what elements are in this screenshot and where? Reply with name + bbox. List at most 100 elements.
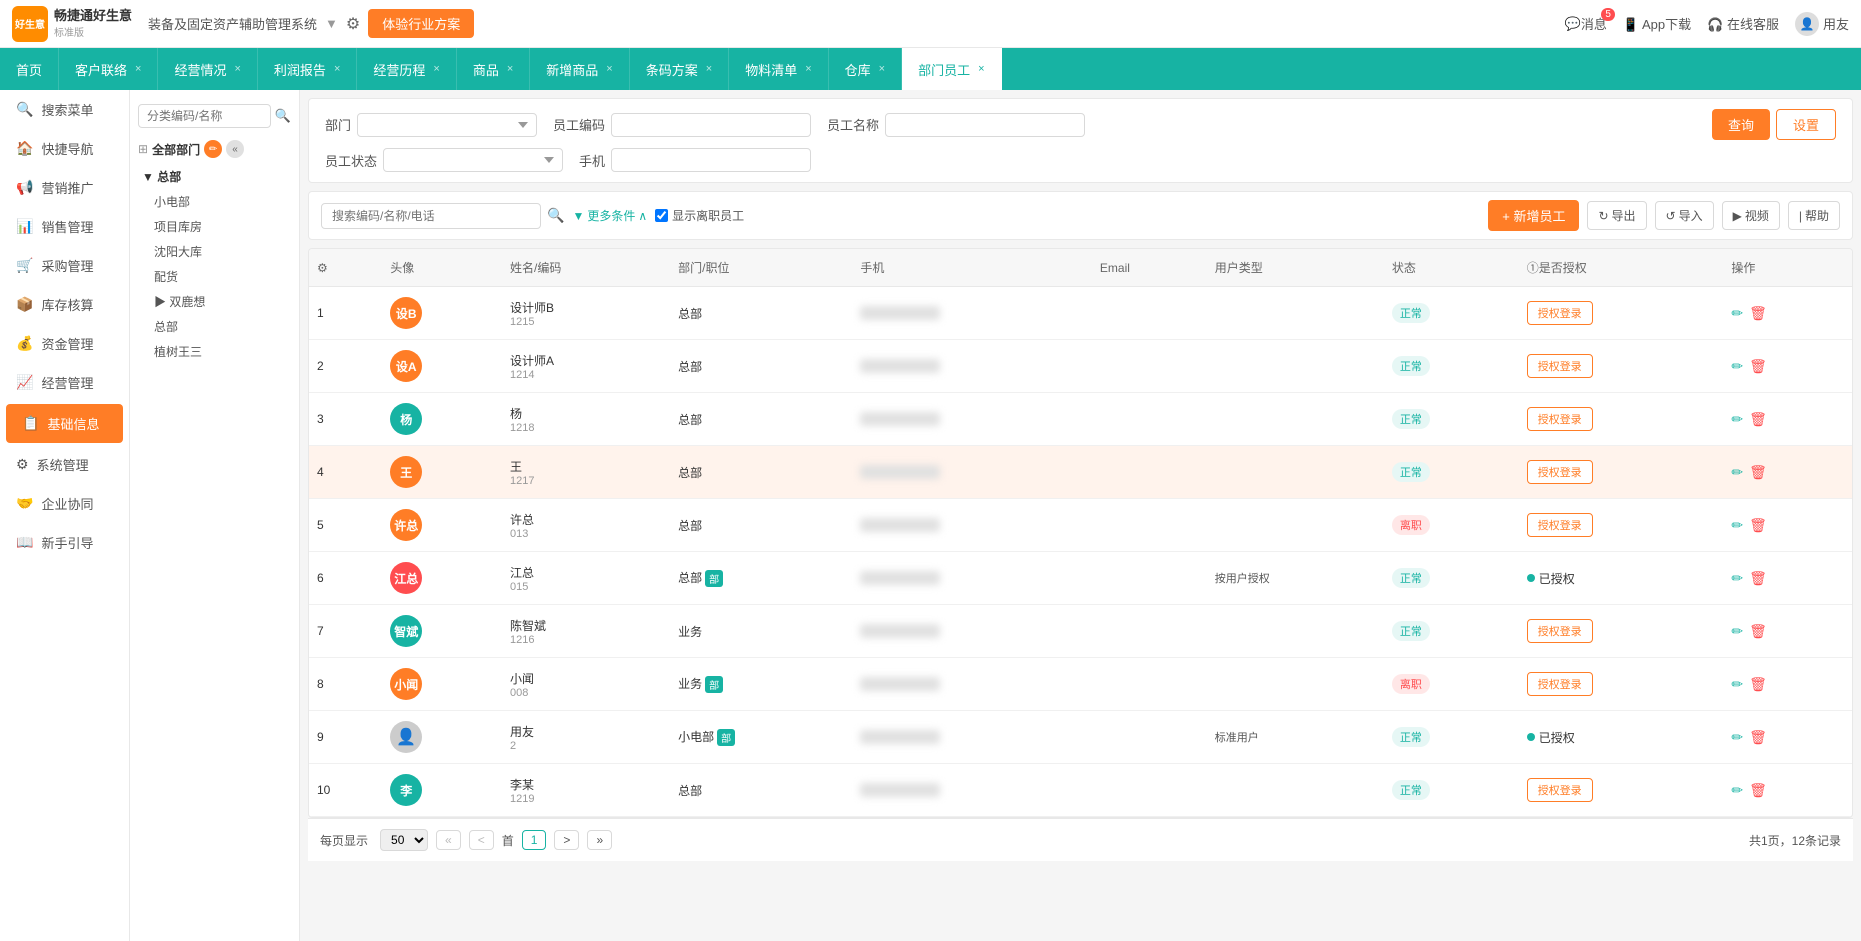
edit-btn[interactable]: ✏ (1731, 570, 1743, 587)
navtab-close[interactable]: × (706, 63, 712, 75)
row-ops[interactable]: ✏ 🗑 (1723, 446, 1852, 499)
row-auth[interactable]: 授权登录 (1519, 340, 1724, 393)
add-employee-button[interactable]: + 新增员工 (1488, 200, 1579, 231)
navtab-利润报告[interactable]: 利润报告× (258, 48, 357, 90)
navtab-商品[interactable]: 商品× (457, 48, 530, 90)
navtab-物料清单[interactable]: 物料清单× (729, 48, 828, 90)
dropdown-icon[interactable]: ▼ (325, 16, 338, 31)
edit-btn[interactable]: ✏ (1731, 358, 1743, 375)
sidebar-item-搜索菜单[interactable]: 🔍搜索菜单 (0, 90, 129, 129)
export-button[interactable]: ↻ 导出 (1587, 201, 1646, 230)
row-ops[interactable]: ✏ 🗑 (1723, 499, 1852, 552)
auth-button[interactable]: 授权登录 (1527, 460, 1593, 484)
first-page-btn[interactable]: « (436, 830, 461, 850)
query-button[interactable]: 查询 (1712, 109, 1770, 140)
sidebar-item-经营管理[interactable]: 📈经营管理 (0, 363, 129, 402)
delete-btn[interactable]: 🗑 (1749, 411, 1767, 428)
row-ops[interactable]: ✏ 🗑 (1723, 764, 1852, 817)
dept-search-input[interactable] (138, 104, 271, 128)
delete-btn[interactable]: 🗑 (1749, 358, 1767, 375)
help-button[interactable]: | 帮助 (1788, 201, 1840, 230)
navtab-close[interactable]: × (606, 63, 612, 75)
navtab-经营历程[interactable]: 经营历程× (357, 48, 456, 90)
auth-button[interactable]: 授权登录 (1527, 672, 1593, 696)
row-ops[interactable]: ✏ 🗑 (1723, 711, 1852, 764)
auth-button[interactable]: 授权登录 (1527, 513, 1593, 537)
auth-button[interactable]: 授权登录 (1527, 354, 1593, 378)
navtab-close[interactable]: × (507, 63, 513, 75)
sidebar-item-营销推广[interactable]: 📢营销推广 (0, 168, 129, 207)
trial-btn[interactable]: 体验行业方案 (368, 9, 474, 38)
navtab-客户联络[interactable]: 客户联络× (59, 48, 158, 90)
row-ops[interactable]: ✏ 🗑 (1723, 287, 1852, 340)
sidebar-item-快捷导航[interactable]: 🏠快捷导航 (0, 129, 129, 168)
row-auth[interactable]: 授权登录 (1519, 446, 1724, 499)
filter-empcode-input[interactable] (611, 113, 811, 137)
row-auth[interactable]: 授权登录 (1519, 499, 1724, 552)
delete-btn[interactable]: 🗑 (1749, 464, 1767, 481)
delete-btn[interactable]: 🗑 (1749, 782, 1767, 799)
dept-collapse-btn[interactable]: « (226, 140, 244, 158)
row-ops[interactable]: ✏ 🗑 (1723, 340, 1852, 393)
navtab-close[interactable]: × (978, 63, 984, 75)
sidebar-item-采购管理[interactable]: 🛒采购管理 (0, 246, 129, 285)
row-ops[interactable]: ✏ 🗑 (1723, 552, 1852, 605)
setting-button[interactable]: 设置 (1776, 109, 1836, 140)
settings-col-icon[interactable]: ⚙ (317, 261, 328, 275)
sidebar-item-基础信息[interactable]: 📋基础信息 (6, 404, 123, 443)
navtab-条码方案[interactable]: 条码方案× (630, 48, 729, 90)
filter-status-select[interactable] (383, 148, 563, 172)
app-download-btn[interactable]: 📱 App下载 (1623, 14, 1691, 33)
show-departed-checkbox[interactable]: 显示离职员工 (655, 207, 744, 224)
navtab-close[interactable]: × (334, 63, 340, 75)
all-dept-label[interactable]: 全部部门 (152, 141, 200, 158)
settings-icon[interactable]: ⚙ (346, 14, 360, 34)
dept-node[interactable]: 小电部 (130, 189, 299, 214)
row-auth[interactable]: 授权登录 (1519, 658, 1724, 711)
auth-button[interactable]: 授权登录 (1527, 301, 1593, 325)
row-auth[interactable]: 授权登录 (1519, 393, 1724, 446)
edit-btn[interactable]: ✏ (1731, 782, 1743, 799)
prev-page-btn[interactable]: < (469, 830, 494, 850)
edit-btn[interactable]: ✏ (1731, 464, 1743, 481)
sidebar-item-系统管理[interactable]: ⚙系统管理 (0, 445, 129, 484)
table-col-0[interactable]: ⚙ (309, 249, 382, 287)
sidebar-item-库存核算[interactable]: 📦库存核算 (0, 285, 129, 324)
edit-btn[interactable]: ✏ (1731, 729, 1743, 746)
dept-node[interactable]: 配货 (130, 264, 299, 289)
dept-search-icon[interactable]: 🔍 (275, 108, 291, 124)
dept-node[interactable]: 沈阳大库 (130, 239, 299, 264)
navtab-close[interactable]: × (433, 63, 439, 75)
dept-node[interactable]: 植树王三 (130, 339, 299, 364)
edit-btn[interactable]: ✏ (1731, 676, 1743, 693)
row-auth[interactable]: 授权登录 (1519, 287, 1724, 340)
row-ops[interactable]: ✏ 🗑 (1723, 393, 1852, 446)
navtab-新增商品[interactable]: 新增商品× (530, 48, 629, 90)
row-auth[interactable]: 授权登录 (1519, 764, 1724, 817)
navtab-close[interactable]: × (879, 63, 885, 75)
import-button[interactable]: ↺ 导入 (1655, 201, 1714, 230)
navtab-经营情况[interactable]: 经营情况× (158, 48, 257, 90)
departed-checkbox-input[interactable] (655, 209, 668, 222)
row-ops[interactable]: ✏ 🗑 (1723, 605, 1852, 658)
filter-empname-input[interactable] (885, 113, 1085, 137)
delete-btn[interactable]: 🗑 (1749, 623, 1767, 640)
delete-btn[interactable]: 🗑 (1749, 729, 1767, 746)
last-page-btn[interactable]: » (587, 830, 612, 850)
online-service-btn[interactable]: 🎧 在线客服 (1707, 14, 1779, 33)
dept-node[interactable]: ▼ 总部 (130, 164, 299, 189)
navtab-close[interactable]: × (135, 63, 141, 75)
view-button[interactable]: ▶ 视频 (1722, 201, 1780, 230)
delete-btn[interactable]: 🗑 (1749, 517, 1767, 534)
auth-button[interactable]: 授权登录 (1527, 619, 1593, 643)
dept-node[interactable]: 总部 (130, 314, 299, 339)
message-btn[interactable]: 💬 消息 5 (1565, 14, 1607, 33)
edit-btn[interactable]: ✏ (1731, 517, 1743, 534)
search-input[interactable] (321, 203, 541, 229)
filter-phone-input[interactable] (611, 148, 811, 172)
row-auth[interactable]: 授权登录 (1519, 605, 1724, 658)
navtab-仓库[interactable]: 仓库× (829, 48, 902, 90)
sidebar-item-资金管理[interactable]: 💰资金管理 (0, 324, 129, 363)
navtab-首页[interactable]: 首页 (0, 48, 59, 90)
user-area[interactable]: 👤 用友 (1795, 12, 1849, 36)
